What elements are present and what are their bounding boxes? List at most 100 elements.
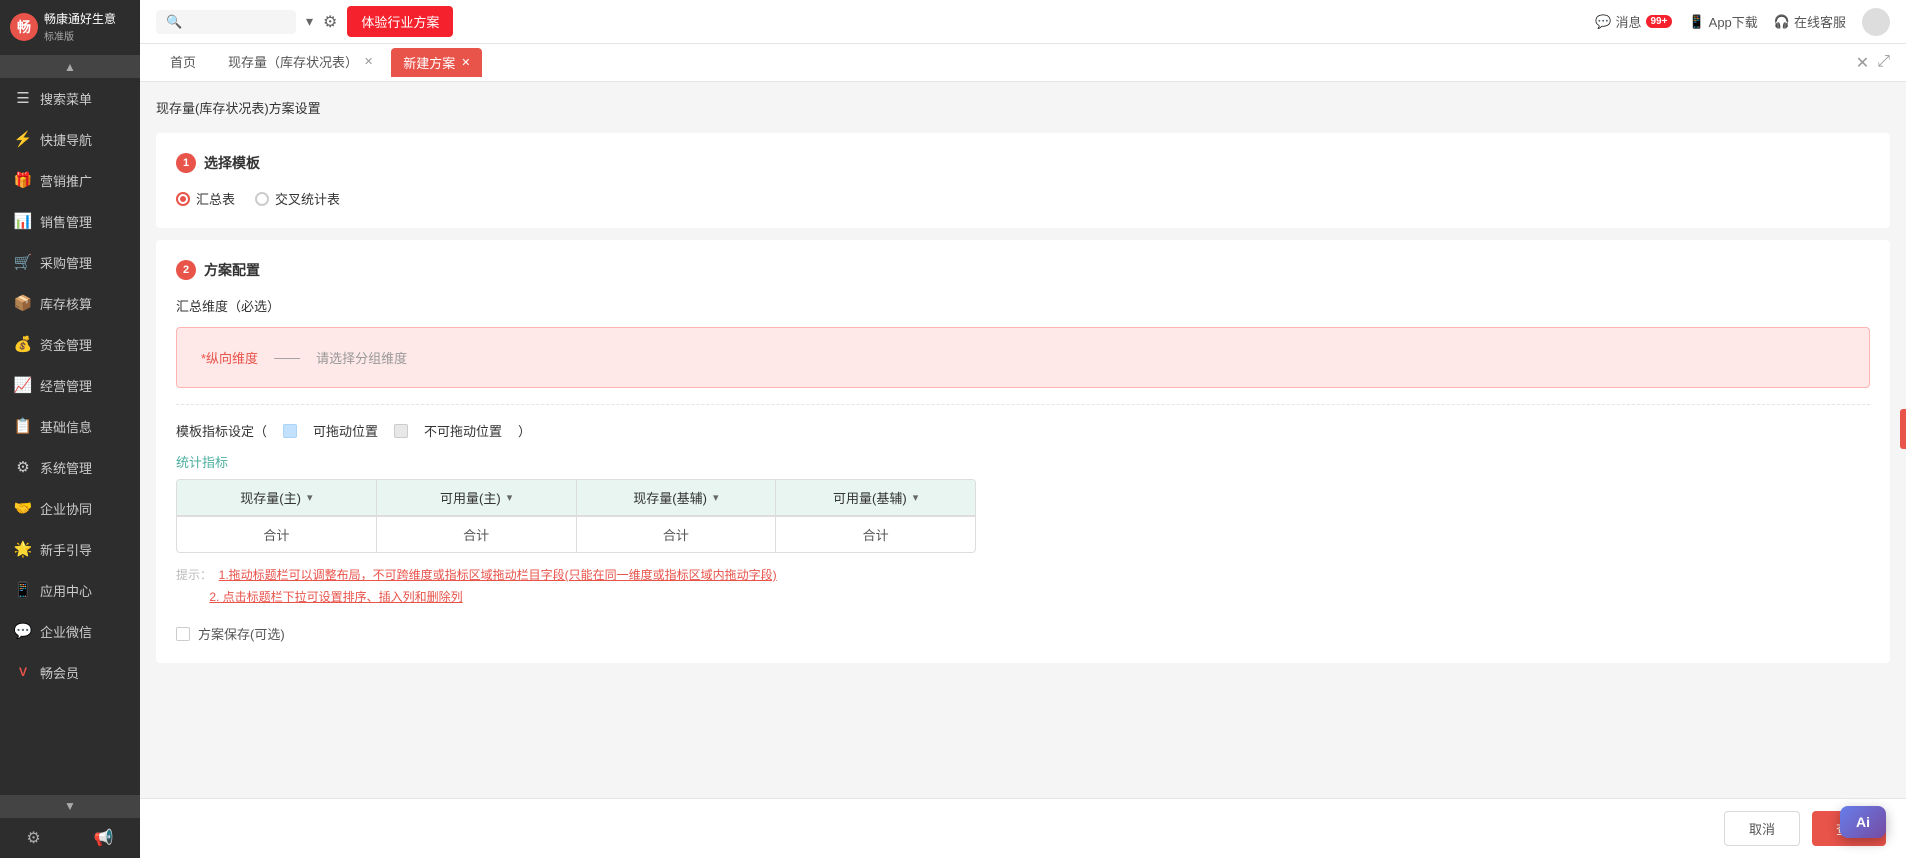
sidebar-item-finance[interactable]: 💰 资金管理 (0, 324, 140, 365)
sidebar-item-shortcuts[interactable]: ⚡ 快捷导航 (0, 119, 140, 160)
shortcuts-icon: ⚡ (14, 130, 32, 148)
search-input[interactable] (188, 15, 286, 29)
message-btn[interactable]: 💬 消息 99+ (1595, 12, 1672, 31)
radio-summary[interactable]: 汇总表 (176, 189, 235, 208)
stats-cell-0: 合计 (177, 517, 377, 552)
col-2-chevron-icon[interactable]: ▾ (713, 491, 719, 504)
tabs-bar: 首页 现存量（库存状况表） ✕ 新建方案 ✕ ✕ ⤢ (140, 44, 1906, 82)
inventory-icon: 📦 (14, 294, 32, 312)
stats-table-row: 合计 合计 合计 合计 (177, 516, 975, 552)
sidebar-item-basic-info[interactable]: 📋 基础信息 (0, 406, 140, 447)
topbar: 🔍 ▾ ⚙ 体验行业方案 💬 消息 99+ 📱 App下载 🎧 在线客服 (140, 0, 1906, 44)
tab-new-close[interactable]: ✕ (461, 56, 470, 69)
online-service-btn[interactable]: 🎧 在线客服 (1774, 12, 1846, 31)
stats-col-1[interactable]: 可用量(主) ▾ (377, 480, 577, 515)
tab-extra-controls: ✕ ⤢ (1856, 53, 1890, 73)
sidebar-item-apps[interactable]: 📱 应用中心 (0, 570, 140, 611)
sidebar-item-inventory[interactable]: 📦 库存核算 (0, 283, 140, 324)
sidebar-nav: ☰ 搜索菜单 ⚡ 快捷导航 🎁 营销推广 📊 销售管理 🛒 采购管理 📦 库存核… (0, 78, 140, 795)
right-edge-indicator (1900, 409, 1906, 449)
step1-header: 1 选择模板 (176, 153, 1870, 173)
dimension-dash: —— (274, 350, 300, 365)
stats-col-0[interactable]: 现存量(主) ▾ (177, 480, 377, 515)
topbar-gear-icon[interactable]: ⚙ (323, 12, 337, 32)
hint-1: 提示： 1.拖动标题栏可以调整布局，不可跨维度或指标区域拖动栏目字段(只能在同一… (176, 565, 1870, 587)
tab-home[interactable]: 首页 (156, 44, 210, 81)
tab-inventory-label: 现存量（库存状况表） (228, 52, 358, 71)
sidebar-item-system-label: 系统管理 (40, 458, 92, 477)
main-area: 🔍 ▾ ⚙ 体验行业方案 💬 消息 99+ 📱 App下载 🎧 在线客服 (140, 0, 1906, 858)
topbar-search-box[interactable]: 🔍 (156, 10, 296, 34)
sidebar-item-guide[interactable]: 🌟 新手引导 (0, 529, 140, 570)
settings-footer-icon[interactable]: ⚙ (26, 828, 40, 848)
radio-summary-label: 汇总表 (196, 189, 235, 208)
dropdown-icon[interactable]: ▾ (306, 13, 313, 30)
stats-col-1-label: 可用量(主) (440, 488, 501, 507)
content-area: 现存量(库存状况表)方案设置 1 选择模板 汇总表 交叉统计表 2 (140, 82, 1906, 798)
sidebar-item-system[interactable]: ⚙ 系统管理 (0, 447, 140, 488)
dimension-required-text: *纵向维度 (201, 348, 258, 367)
tab-inventory[interactable]: 现存量（库存状况表） ✕ (214, 44, 387, 81)
message-badge: 99+ (1646, 15, 1673, 28)
stats-col-3-label: 可用量(基辅) (833, 488, 907, 507)
sidebar-item-search[interactable]: ☰ 搜索菜单 (0, 78, 140, 119)
sidebar-item-purchase[interactable]: 🛒 采购管理 (0, 242, 140, 283)
topbar-left: 🔍 ▾ ⚙ 体验行业方案 (156, 6, 453, 37)
topbar-right: 💬 消息 99+ 📱 App下载 🎧 在线客服 (1595, 8, 1890, 36)
close-panel-icon[interactable]: ✕ (1856, 53, 1869, 73)
page-title: 现存量(库存状况表)方案设置 (156, 98, 1890, 117)
stats-col-2[interactable]: 现存量(基辅) ▾ (577, 480, 777, 515)
purchase-icon: 🛒 (14, 253, 32, 271)
stats-col-3[interactable]: 可用量(基辅) ▾ (776, 480, 975, 515)
sidebar-item-cooperation[interactable]: 🤝 企业协同 (0, 488, 140, 529)
app-download-btn[interactable]: 📱 App下载 (1688, 12, 1757, 31)
app-download-icon: 📱 (1688, 14, 1704, 30)
col-0-chevron-icon[interactable]: ▾ (307, 491, 313, 504)
sidebar-item-wechat-label: 企业微信 (40, 622, 92, 641)
step1-badge: 1 (176, 153, 196, 173)
indicator-setting-suffix: ） (518, 421, 531, 440)
logo-icon: 畅 (10, 13, 38, 41)
search-icon: 🔍 (166, 14, 182, 30)
col-3-chevron-icon[interactable]: ▾ (913, 491, 919, 504)
radio-cross[interactable]: 交叉统计表 (255, 189, 340, 208)
sidebar-item-marketing[interactable]: 🎁 营销推广 (0, 160, 140, 201)
ai-button[interactable]: Ai (1840, 806, 1886, 838)
sidebar-item-marketing-label: 营销推广 (40, 171, 92, 190)
experience-btn[interactable]: 体验行业方案 (347, 6, 453, 37)
draggable-indicator-badge (283, 424, 297, 438)
headset-icon: 🎧 (1774, 14, 1790, 30)
expand-icon[interactable]: ⤢ (1877, 53, 1890, 73)
speaker-footer-icon[interactable]: 📢 (94, 828, 114, 848)
stats-table: 现存量(主) ▾ 可用量(主) ▾ 现存量(基辅) ▾ 可用量(基辅) ▾ (176, 479, 976, 553)
cancel-button[interactable]: 取消 (1724, 811, 1800, 846)
hint-2-text: 2. 点击标题栏下拉可设置排序、插入列和删除列 (209, 590, 462, 604)
sidebar-item-operations[interactable]: 📈 经营管理 (0, 365, 140, 406)
step2-badge: 2 (176, 260, 196, 280)
sidebar-item-sales[interactable]: 📊 销售管理 (0, 201, 140, 242)
operations-icon: 📈 (14, 376, 32, 394)
template-radio-group: 汇总表 交叉统计表 (176, 189, 1870, 208)
dimension-placeholder: 请选择分组维度 (316, 348, 407, 367)
stats-col-2-label: 现存量(基辅) (633, 488, 707, 507)
sidebar-item-finance-label: 资金管理 (40, 335, 92, 354)
col-1-chevron-icon[interactable]: ▾ (507, 491, 513, 504)
sidebar-scroll-down[interactable]: ▼ (0, 795, 140, 817)
sidebar-item-sales-label: 销售管理 (40, 212, 92, 231)
indicator-setting-prefix: 模板指标设定（ (176, 421, 267, 440)
stats-cell-3: 合计 (776, 517, 975, 552)
tab-new-label: 新建方案 (403, 53, 455, 72)
sidebar-footer: ⚙ 📢 (0, 817, 140, 858)
dimension-box[interactable]: *纵向维度 —— 请选择分组维度 (176, 327, 1870, 388)
sidebar-item-inventory-label: 库存核算 (40, 294, 92, 313)
tab-new-scheme[interactable]: 新建方案 ✕ (391, 48, 482, 77)
step1-label: 选择模板 (204, 153, 260, 173)
marketing-icon: 🎁 (14, 171, 32, 189)
sidebar-item-member[interactable]: V 畅会员 (0, 652, 140, 693)
save-checkbox[interactable] (176, 627, 190, 641)
message-label: 消息 (1615, 12, 1641, 31)
tab-inventory-close[interactable]: ✕ (364, 55, 373, 68)
sidebar-item-wechat[interactable]: 💬 企业微信 (0, 611, 140, 652)
sidebar-scroll-up[interactable]: ▲ (0, 56, 140, 78)
avatar[interactable] (1862, 8, 1890, 36)
